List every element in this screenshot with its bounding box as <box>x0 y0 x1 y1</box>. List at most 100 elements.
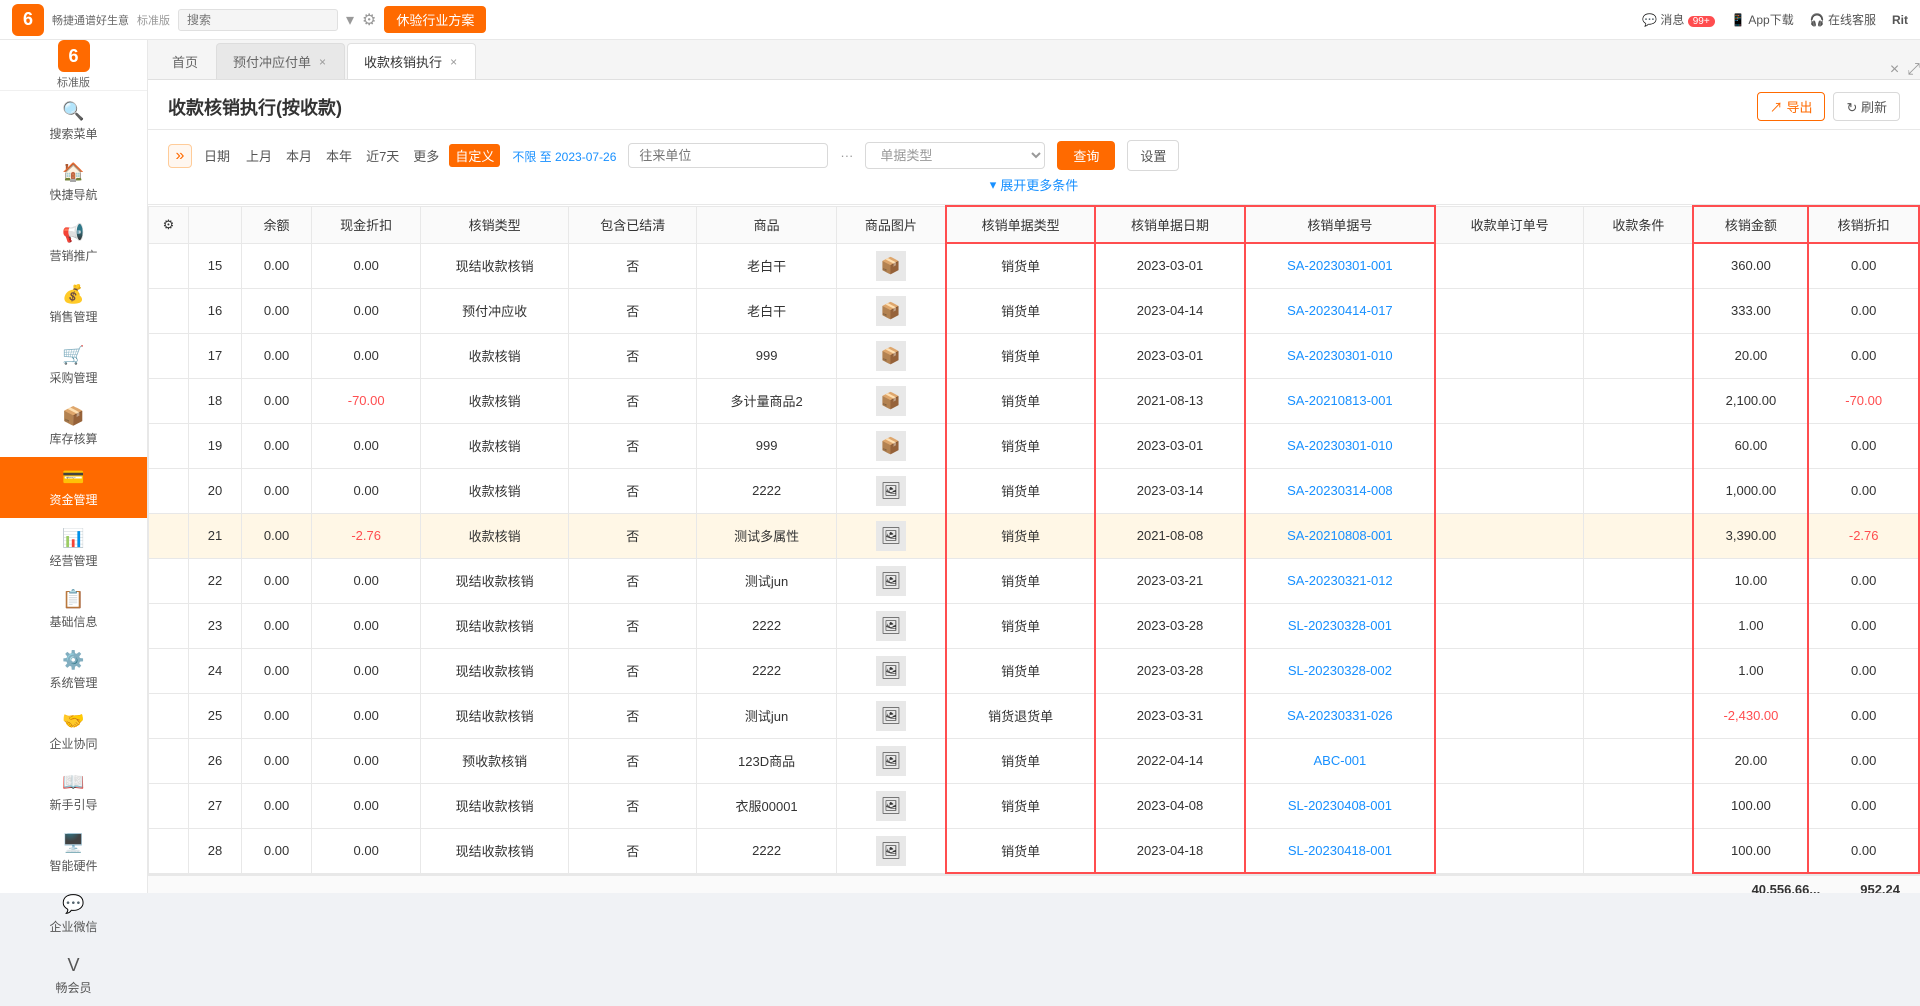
sidebar-item-search[interactable]: 🔍 搜索菜单 <box>0 91 147 152</box>
tab-prepay-close[interactable]: × <box>317 55 328 69</box>
row-write-off-amount: 1.00 <box>1693 603 1808 648</box>
row-receipt-order-no <box>1435 783 1584 828</box>
settings-icon[interactable]: ⚙ <box>362 10 376 30</box>
date-this-month[interactable]: 本月 <box>282 144 316 167</box>
sidebar-item-shortcut[interactable]: 🏠 快捷导航 <box>0 152 147 213</box>
doc-no-link[interactable]: ABC-001 <box>1314 753 1367 768</box>
row-doc-date: 2021-08-08 <box>1095 513 1244 558</box>
goods-img-cell: 📦 <box>836 378 946 423</box>
table-row: 27 0.00 0.00 现结收款核销 否 衣服00001 🖼 销货单 2023… <box>149 783 1920 828</box>
row-doc-no[interactable]: SA-20230331-026 <box>1245 693 1435 738</box>
row-doc-no[interactable]: SA-20210813-001 <box>1245 378 1435 423</box>
query-button[interactable]: 查询 <box>1057 141 1115 170</box>
close-window-icon[interactable]: × <box>1890 61 1899 79</box>
row-doc-no[interactable]: SL-20230418-001 <box>1245 828 1435 873</box>
date-this-year[interactable]: 本年 <box>322 144 356 167</box>
row-doc-type: 销货单 <box>946 243 1095 288</box>
sidebar-item-finance[interactable]: 💳 资金管理 <box>0 457 147 518</box>
doc-no-link[interactable]: SL-20230328-001 <box>1288 618 1392 633</box>
page-header: 收款核销执行(按收款) ↗ 导出 ↻ 刷新 <box>148 80 1920 130</box>
top-search-input[interactable] <box>178 9 338 31</box>
row-receipt-condition <box>1584 468 1694 513</box>
tab-home[interactable]: 首页 <box>156 43 214 79</box>
row-receipt-order-no <box>1435 378 1584 423</box>
app-download-link[interactable]: 📱 App下载 <box>1731 11 1794 28</box>
row-doc-no[interactable]: SL-20230328-001 <box>1245 603 1435 648</box>
date-last-7days[interactable]: 近7天 <box>362 144 403 167</box>
goods-img-cell: 🖼 <box>836 693 946 738</box>
row-doc-no[interactable]: SA-20230414-017 <box>1245 288 1435 333</box>
doc-no-link[interactable]: SA-20210813-001 <box>1287 393 1393 408</box>
dropdown-icon[interactable]: ▾ <box>346 10 354 30</box>
row-receipt-condition <box>1584 558 1694 603</box>
row-doc-no[interactable]: SL-20230328-002 <box>1245 648 1435 693</box>
setting-button[interactable]: 设置 <box>1127 140 1179 171</box>
row-doc-no[interactable]: SA-20230314-008 <box>1245 468 1435 513</box>
table-footer: 40,556,66... 952.24 <box>148 874 1920 893</box>
user-name[interactable]: Rit <box>1892 13 1908 27</box>
doc-no-link[interactable]: SA-20230301-010 <box>1287 348 1393 363</box>
export-button[interactable]: ↗ 导出 <box>1757 92 1826 121</box>
doc-no-link[interactable]: SL-20230328-002 <box>1288 663 1392 678</box>
row-seq: 25 <box>189 693 242 738</box>
date-more[interactable]: 更多 <box>409 144 443 167</box>
sidebar-item-guide[interactable]: 📖 新手引导 <box>0 762 147 823</box>
wechat-icon: 💬 <box>62 894 84 915</box>
row-include-settled: 否 <box>569 333 697 378</box>
row-doc-no[interactable]: ABC-001 <box>1245 738 1435 783</box>
row-receipt-condition <box>1584 423 1694 468</box>
row-doc-type: 销货单 <box>946 558 1095 603</box>
row-doc-no[interactable]: SA-20230301-010 <box>1245 423 1435 468</box>
sidebar-item-basic[interactable]: 📋 基础信息 <box>0 579 147 640</box>
doc-type-select[interactable]: 单据类型 <box>865 142 1045 169</box>
tab-prepay[interactable]: 预付冲应付单 × <box>216 43 345 79</box>
sidebar-item-collab[interactable]: 🤝 企业协同 <box>0 701 147 762</box>
industry-solution-button[interactable]: 休验行业方案 <box>384 6 486 33</box>
row-write-off-discount: 0.00 <box>1808 288 1919 333</box>
sidebar-item-member[interactable]: V 畅会员 <box>0 945 147 1006</box>
row-balance: 0.00 <box>241 783 311 828</box>
filter-collapse-button[interactable]: » <box>168 144 192 168</box>
doc-no-link[interactable]: SA-20210808-001 <box>1287 528 1393 543</box>
doc-no-link[interactable]: SL-20230408-001 <box>1288 798 1392 813</box>
sidebar-item-hardware[interactable]: 🖥️ 智能硬件 <box>0 823 147 884</box>
doc-no-link[interactable]: SA-20230301-001 <box>1287 258 1393 273</box>
doc-no-link[interactable]: SA-20230321-012 <box>1287 573 1393 588</box>
sidebar-item-wechat[interactable]: 💬 企业微信 <box>0 884 147 945</box>
sidebar-item-marketing[interactable]: 📢 营销推广 <box>0 213 147 274</box>
row-doc-no[interactable]: SA-20210808-001 <box>1245 513 1435 558</box>
doc-no-link[interactable]: SA-20230414-017 <box>1287 303 1393 318</box>
sidebar-item-inventory[interactable]: 📦 库存核算 <box>0 396 147 457</box>
tab-receipt-close[interactable]: × <box>448 55 459 69</box>
row-doc-no[interactable]: SA-20230301-001 <box>1245 243 1435 288</box>
export-icon: ↗ <box>1770 100 1783 115</box>
row-write-off-discount: 0.00 <box>1808 558 1919 603</box>
date-custom[interactable]: 自定义 <box>449 144 500 167</box>
row-write-off-amount: 20.00 <box>1693 738 1808 783</box>
row-doc-no[interactable]: SA-20230321-012 <box>1245 558 1435 603</box>
expand-more-button[interactable]: ▾ 展开更多条件 <box>168 175 1900 194</box>
row-doc-date: 2021-08-13 <box>1095 378 1244 423</box>
refresh-button[interactable]: ↻ 刷新 <box>1833 92 1900 121</box>
sidebar-item-system[interactable]: ⚙️ 系统管理 <box>0 640 147 701</box>
date-last-month[interactable]: 上月 <box>242 144 276 167</box>
sidebar-item-purchase[interactable]: 🛒 采购管理 <box>0 335 147 396</box>
row-doc-no[interactable]: SL-20230408-001 <box>1245 783 1435 828</box>
row-doc-no[interactable]: SA-20230301-010 <box>1245 333 1435 378</box>
doc-no-link[interactable]: SA-20230301-010 <box>1287 438 1393 453</box>
basic-icon: 📋 <box>62 589 84 610</box>
maximize-window-icon[interactable]: ⤢ <box>1907 61 1920 79</box>
tab-receipt[interactable]: 收款核销执行 × <box>347 43 476 79</box>
partner-input[interactable] <box>628 143 828 168</box>
online-service-link[interactable]: 🎧 在线客服 <box>1810 11 1876 28</box>
doc-no-link[interactable]: SL-20230418-001 <box>1288 843 1392 858</box>
sidebar-item-sales[interactable]: 💰 销售管理 <box>0 274 147 335</box>
table-header-row: ⚙ 余额 现金折扣 核销类型 包含已结清 商品 商品图片 核销单据类型 核销单据… <box>149 206 1920 243</box>
messages-link[interactable]: 💬 消息 99+ <box>1642 11 1715 28</box>
th-gear[interactable]: ⚙ <box>149 206 189 243</box>
doc-no-link[interactable]: SA-20230331-026 <box>1287 708 1393 723</box>
sidebar-item-operations[interactable]: 📊 经营管理 <box>0 518 147 579</box>
doc-no-link[interactable]: SA-20230314-008 <box>1287 483 1393 498</box>
row-balance: 0.00 <box>241 468 311 513</box>
row-write-off-discount: 0.00 <box>1808 423 1919 468</box>
